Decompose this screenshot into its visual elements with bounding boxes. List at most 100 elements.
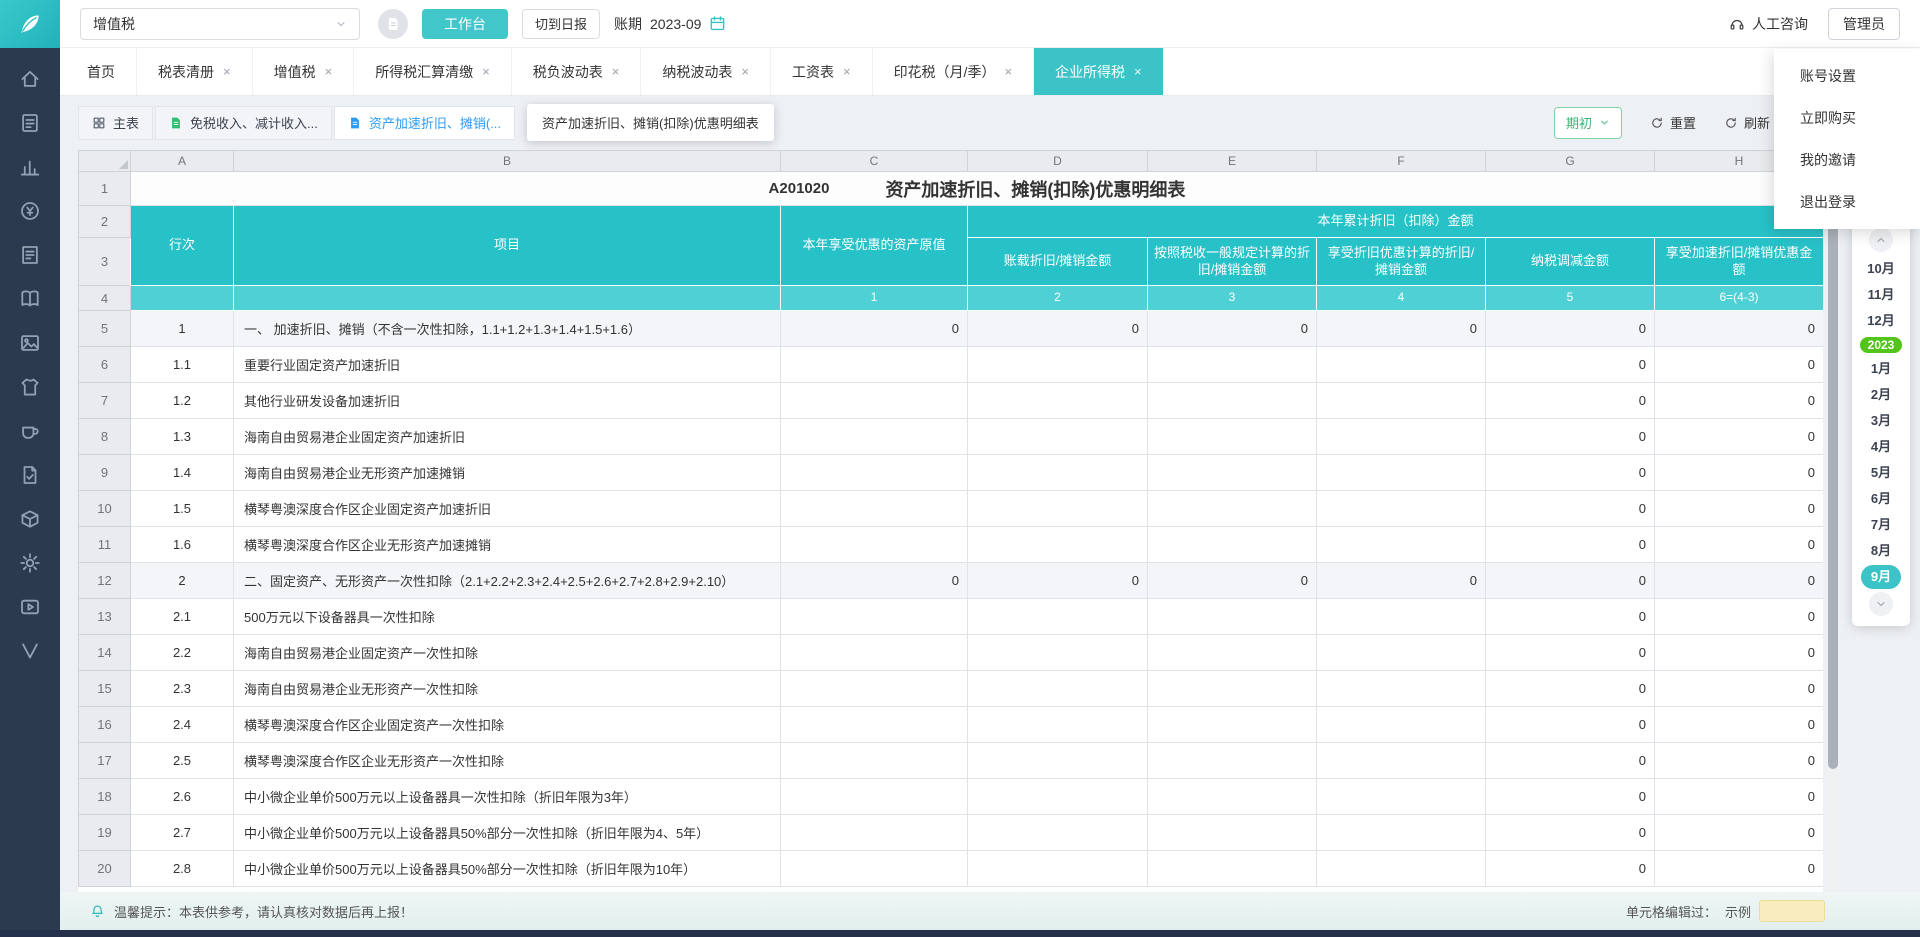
cell-value[interactable]: 0 (1654, 562, 1823, 599)
cell-value[interactable] (1147, 346, 1317, 383)
row-header[interactable]: 11 (78, 526, 131, 563)
cell-value[interactable] (1316, 598, 1486, 635)
cell-value[interactable]: 0 (1485, 310, 1655, 347)
nav-tab-1[interactable]: 税表清册 × (137, 48, 253, 95)
cell-value[interactable]: 0 (1485, 778, 1655, 815)
cell-item[interactable]: 500万元以下设备器具一次性扣除 (233, 598, 781, 635)
cell-item[interactable]: 中小微企业单价500万元以上设备器具50%部分一次性扣除（折旧年限为10年） (233, 850, 781, 887)
month-item[interactable]: 1月 (1871, 356, 1891, 382)
cell-value[interactable] (1147, 454, 1317, 491)
cell-value[interactable] (967, 850, 1148, 887)
cell-item[interactable]: 横琴粤澳深度合作区企业固定资产加速折旧 (233, 490, 781, 527)
row-header[interactable]: 2 (78, 205, 131, 238)
account-menu-item-2[interactable]: 我的邀请 (1774, 139, 1920, 181)
cell-value[interactable] (780, 706, 968, 743)
nav-tab-4[interactable]: 税负波动表 × (512, 48, 642, 95)
cell-value[interactable] (1316, 706, 1486, 743)
cell-item[interactable]: 海南自由贸易港企业固定资产一次性扣除 (233, 634, 781, 671)
cell-value[interactable] (1147, 526, 1317, 563)
coffee-icon[interactable] (19, 420, 41, 442)
vertical-scrollbar[interactable] (1826, 150, 1840, 892)
row-header[interactable]: 5 (78, 310, 131, 347)
cell-value[interactable]: 0 (1654, 778, 1823, 815)
row-header[interactable]: 12 (78, 562, 131, 599)
close-icon[interactable]: × (482, 64, 490, 79)
cell-value[interactable]: 0 (1654, 670, 1823, 707)
row-header[interactable]: 15 (78, 670, 131, 707)
row-header[interactable]: 18 (78, 778, 131, 815)
sheet-tab-0[interactable]: 主表 (78, 105, 154, 140)
cell-line-no[interactable]: 1 (130, 310, 234, 347)
cell-value[interactable] (967, 382, 1148, 419)
cell-value[interactable]: 0 (1485, 850, 1655, 887)
month-item[interactable]: 11月 (1868, 282, 1895, 308)
cell-line-no[interactable]: 2.7 (130, 814, 234, 851)
shirt-icon[interactable] (19, 376, 41, 398)
cell-value[interactable] (1147, 598, 1317, 635)
sheet-tab-1[interactable]: 免税收入、减计收入... (155, 105, 332, 140)
cell-value[interactable] (1316, 454, 1486, 491)
cell-value[interactable] (780, 418, 968, 455)
row-header[interactable]: 14 (78, 634, 131, 671)
cell-value[interactable] (1147, 418, 1317, 455)
cell-value[interactable] (1147, 382, 1317, 419)
cell-line-no[interactable]: 2.4 (130, 706, 234, 743)
cell-value[interactable] (780, 382, 968, 419)
form-icon[interactable] (19, 112, 41, 134)
column-header[interactable]: F (1316, 150, 1486, 172)
cell-value[interactable]: 0 (1654, 814, 1823, 851)
cell-value[interactable]: 0 (1485, 562, 1655, 599)
cell-value[interactable]: 0 (1654, 526, 1823, 563)
cell-value[interactable] (1316, 418, 1486, 455)
row-header[interactable]: 8 (78, 418, 131, 455)
column-header[interactable]: A (130, 150, 234, 172)
cell-item[interactable]: 其他行业研发设备加速折旧 (233, 382, 781, 419)
row-header[interactable]: 6 (78, 346, 131, 383)
row-header[interactable]: 1 (78, 171, 131, 206)
cell-value[interactable] (1147, 742, 1317, 779)
sheet-tab-2[interactable]: 资产加速折旧、摊销(... (333, 105, 516, 140)
cell-value[interactable] (1147, 778, 1317, 815)
cell-item[interactable]: 中小微企业单价500万元以上设备器具50%部分一次性扣除（折旧年限为4、5年） (233, 814, 781, 851)
home-icon[interactable] (19, 68, 41, 90)
row-header[interactable]: 4 (78, 285, 131, 311)
cell-value[interactable] (967, 598, 1148, 635)
cell-value[interactable]: 0 (1485, 634, 1655, 671)
cell-value[interactable]: 0 (1147, 310, 1317, 347)
row-header[interactable]: 3 (78, 237, 131, 286)
cell-value[interactable]: 0 (1485, 382, 1655, 419)
close-icon[interactable]: × (325, 64, 333, 79)
switch-daily-button[interactable]: 切到日报 (522, 8, 601, 39)
cell-value[interactable]: 0 (1485, 454, 1655, 491)
column-header[interactable]: D (967, 150, 1148, 172)
cell-value[interactable] (1316, 778, 1486, 815)
row-header[interactable]: 9 (78, 454, 131, 491)
month-item[interactable]: 7月 (1871, 512, 1891, 538)
box-icon[interactable] (19, 508, 41, 530)
cell-item[interactable]: 海南自由贸易港企业固定资产加速折旧 (233, 418, 781, 455)
cell-value[interactable] (780, 454, 968, 491)
fund-icon[interactable] (19, 200, 41, 222)
cell-value[interactable] (780, 778, 968, 815)
account-menu-item-3[interactable]: 退出登录 (1774, 181, 1920, 223)
cell-value[interactable]: 0 (1654, 850, 1823, 887)
row-header[interactable]: 10 (78, 490, 131, 527)
cell-item[interactable]: 一、 加速折旧、摊销（不含一次性扣除，1.1+1.2+1.3+1.4+1.5+1… (233, 310, 781, 347)
nav-tab-3[interactable]: 所得税汇算清缴 × (354, 48, 512, 95)
media-icon[interactable] (19, 596, 41, 618)
month-item[interactable]: 4月 (1871, 434, 1891, 460)
row-header[interactable]: 7 (78, 382, 131, 419)
cell-line-no[interactable]: 1.3 (130, 418, 234, 455)
cell-value[interactable]: 0 (1316, 310, 1486, 347)
nav-tab-5[interactable]: 纳税波动表 × (641, 48, 771, 95)
cell-value[interactable] (967, 742, 1148, 779)
row-header[interactable]: 17 (78, 742, 131, 779)
cell-item[interactable]: 中小微企业单价500万元以上设备器具一次性扣除（折旧年限为3年） (233, 778, 781, 815)
row-header[interactable]: 13 (78, 598, 131, 635)
avatar[interactable] (378, 8, 408, 39)
row-header[interactable]: 20 (78, 850, 131, 887)
column-header[interactable]: C (780, 150, 968, 172)
cell-value[interactable] (1316, 814, 1486, 851)
cell-line-no[interactable]: 2.2 (130, 634, 234, 671)
cell-value[interactable] (780, 634, 968, 671)
